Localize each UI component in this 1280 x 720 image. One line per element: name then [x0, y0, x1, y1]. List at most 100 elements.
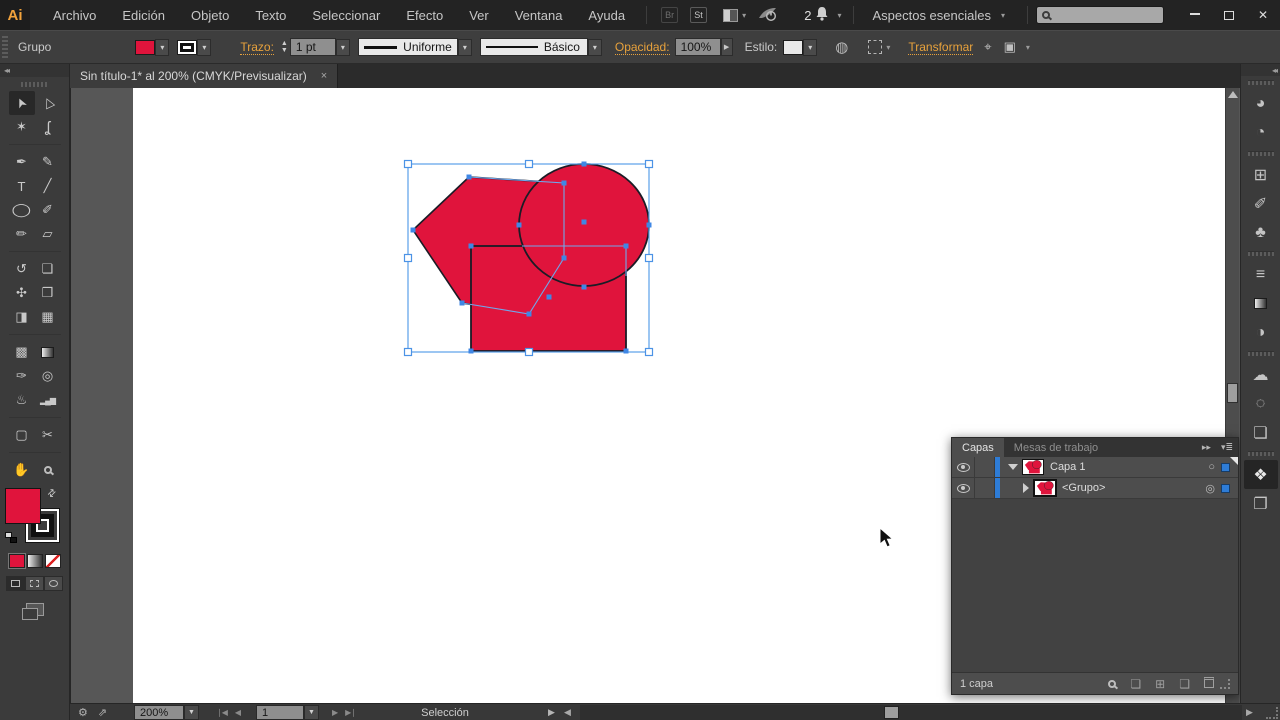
eyedropper-tool-icon[interactable]: ✑: [9, 364, 35, 388]
color-button[interactable]: [7, 553, 26, 569]
restore-button[interactable]: [1212, 0, 1246, 30]
screen-mode-button[interactable]: [21, 603, 44, 620]
locate-object-icon[interactable]: [1108, 677, 1117, 691]
stroke-icon[interactable]: ≡: [1244, 260, 1278, 289]
chevron-down-icon[interactable]: ▾: [1026, 43, 1030, 52]
scroll-right-arrow[interactable]: ▶: [1246, 707, 1253, 718]
draw-inside-button[interactable]: [44, 576, 63, 591]
pen-tool-icon[interactable]: ✒: [9, 150, 35, 174]
brush-definition-select[interactable]: Básico: [479, 38, 588, 56]
window-resize-grip[interactable]: [1266, 707, 1278, 719]
previous-artboard-icon[interactable]: ◀: [235, 708, 241, 717]
fill-color-dropdown[interactable]: ▾: [155, 38, 170, 56]
free-transform-tool-icon[interactable]: ❒: [35, 281, 61, 305]
panel-resize-grip[interactable]: [1220, 678, 1230, 689]
width-profile-dropdown[interactable]: ▾: [457, 38, 472, 56]
workspace-switcher[interactable]: Aspectos esenciales ▾: [872, 8, 1009, 23]
curvature-tool-icon[interactable]: ✎: [35, 150, 61, 174]
expand-collapse-icon[interactable]: [1023, 483, 1029, 493]
stroke-width-field[interactable]: 1 pt: [289, 38, 336, 56]
menu-edicion[interactable]: Edición: [109, 0, 178, 30]
layer-name[interactable]: Capa 1: [1050, 461, 1085, 473]
magic-wand-tool-icon[interactable]: ✶: [9, 115, 35, 139]
appearance-icon[interactable]: ◌: [1244, 389, 1278, 418]
artboard-dropdown[interactable]: ▼: [304, 705, 319, 720]
dock-drag-grip[interactable]: [1247, 151, 1274, 156]
bridge-button[interactable]: Br: [661, 7, 679, 23]
color-icon[interactable]: ◕: [1244, 89, 1278, 118]
stock-button[interactable]: St: [690, 7, 708, 23]
opacity-field[interactable]: 100%: [674, 38, 721, 56]
lock-toggle[interactable]: [975, 457, 995, 477]
target-icon[interactable]: ◎: [1205, 482, 1215, 495]
menu-ventana[interactable]: Ventana: [502, 0, 576, 30]
search-input[interactable]: [1036, 6, 1164, 24]
swap-fill-stroke-icon[interactable]: ⇄: [45, 487, 59, 501]
gradient-button[interactable]: [26, 554, 43, 568]
layer-row-grupo[interactable]: <Grupo> ◎: [952, 478, 1238, 499]
column-graph-tool-icon[interactable]: ▂▄▆: [35, 388, 61, 412]
scrollbar-thumb[interactable]: [884, 706, 899, 719]
tab-capas[interactable]: Capas: [952, 438, 1004, 457]
horizontal-scrollbar[interactable]: [580, 705, 1242, 720]
selection-tool-icon[interactable]: ➤: [8, 91, 35, 115]
menu-seleccionar[interactable]: Seleccionar: [299, 0, 393, 30]
gradient-icon[interactable]: [1244, 289, 1278, 318]
line-segment-tool-icon[interactable]: ╱: [35, 174, 61, 198]
cc-libraries-icon[interactable]: ☁: [1244, 360, 1278, 389]
menu-ayuda[interactable]: Ayuda: [575, 0, 638, 30]
menu-ver[interactable]: Ver: [456, 0, 502, 30]
eraser-tool-icon[interactable]: ▱: [35, 222, 61, 246]
arrange-documents-icon[interactable]: [723, 8, 739, 22]
expand-dock-icon[interactable]: ◂◂: [1241, 64, 1280, 76]
blend-tool-icon[interactable]: ◎: [35, 364, 61, 388]
color-guide-icon[interactable]: ◔: [1244, 118, 1278, 147]
notifications[interactable]: 2 ▾: [804, 6, 845, 24]
expand-collapse-icon[interactable]: [1008, 464, 1018, 470]
draw-behind-button[interactable]: [25, 576, 44, 591]
width-profile-select[interactable]: Uniforme: [357, 38, 458, 56]
zoom-level-field[interactable]: 200%: [134, 705, 184, 720]
group-thumbnail[interactable]: [1033, 479, 1057, 497]
stroke-color-swatch[interactable]: [177, 39, 198, 55]
symbol-sprayer-tool-icon[interactable]: ♨: [9, 388, 35, 412]
select-similar-dropdown[interactable]: ▾: [886, 43, 890, 52]
stroke-width-stepper[interactable]: ▲ ▼: [281, 40, 288, 54]
document-tab[interactable]: Sin título-1* al 200% (CMYK/Previsualiza…: [70, 64, 339, 88]
chevron-down-icon[interactable]: ▾: [742, 11, 746, 20]
width-tool-icon[interactable]: ✣: [9, 281, 35, 305]
dock-drag-grip[interactable]: [1247, 451, 1274, 456]
zoom-level-dropdown[interactable]: ▼: [184, 705, 199, 720]
dock-drag-grip[interactable]: [1247, 351, 1274, 356]
graphic-style-dropdown[interactable]: ▾: [803, 38, 818, 56]
stroke-panel-link[interactable]: Trazo:: [240, 40, 274, 55]
artboards-icon[interactable]: ❐: [1244, 489, 1278, 518]
panel-menu-icon[interactable]: ▾≣: [1216, 438, 1238, 457]
dock-drag-grip[interactable]: [1247, 251, 1274, 256]
layers-icon[interactable]: ❖: [1243, 460, 1278, 489]
asset-export-icon[interactable]: ❏: [1244, 418, 1278, 447]
dock-drag-grip[interactable]: [1247, 80, 1274, 85]
scroll-up-arrow[interactable]: [1228, 91, 1238, 98]
selection-indicator[interactable]: [1221, 462, 1230, 472]
status-menu-icon[interactable]: ▶: [548, 707, 555, 718]
swatches-icon[interactable]: ⊞: [1244, 160, 1278, 189]
graphic-style-swatch[interactable]: [783, 39, 804, 55]
menu-texto[interactable]: Texto: [242, 0, 299, 30]
selection-indicator[interactable]: [1221, 483, 1230, 493]
rotate-tool-icon[interactable]: ↺: [9, 257, 35, 281]
draw-normal-button[interactable]: [6, 576, 25, 591]
lasso-tool-icon[interactable]: ʆ: [35, 115, 61, 139]
share-export-icon[interactable]: ⇗: [98, 706, 107, 719]
menu-efecto[interactable]: Efecto: [393, 0, 456, 30]
clipping-mask-icon[interactable]: ❏: [1130, 677, 1141, 691]
default-fill-stroke-icon[interactable]: [5, 532, 17, 543]
collapse-tools-icon[interactable]: ◂◂: [0, 64, 69, 77]
symbols-icon[interactable]: ♣: [1244, 218, 1278, 247]
visibility-toggle[interactable]: [952, 478, 975, 498]
document-actions-icon[interactable]: ⚙: [78, 706, 88, 719]
pencil-tool-icon[interactable]: ✏: [9, 222, 35, 246]
stroke-color-dropdown[interactable]: ▾: [197, 38, 212, 56]
fill-indicator[interactable]: [5, 488, 41, 524]
artboard-tool-icon[interactable]: ▢: [9, 423, 35, 447]
